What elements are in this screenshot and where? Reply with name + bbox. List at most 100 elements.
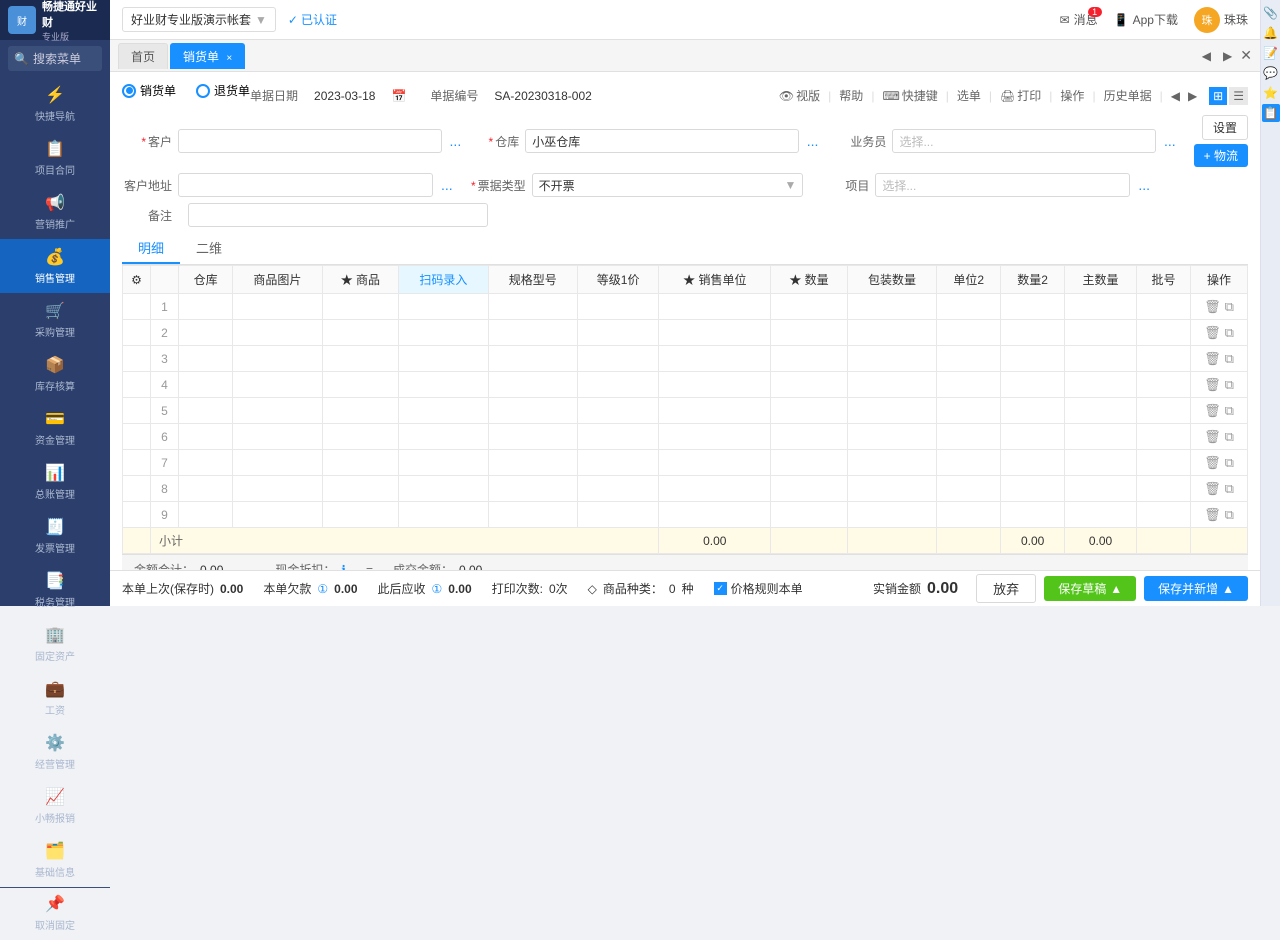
price-check-checkbox[interactable]: ✓ <box>714 582 727 595</box>
row-product-image[interactable] <box>233 476 322 502</box>
row-main-qty[interactable] <box>1065 346 1137 372</box>
col-product[interactable]: ★ 商品 <box>322 266 399 294</box>
row-unit2[interactable] <box>937 476 1001 502</box>
sidebar-item-system[interactable]: 📌 取消固定 <box>0 887 110 940</box>
col-pack-qty[interactable]: 包装数量 <box>847 266 936 294</box>
messages-button[interactable]: ✉ 消息 1 <box>1060 11 1098 28</box>
row-qty2[interactable] <box>1001 346 1065 372</box>
logistics-button[interactable]: + 物流 <box>1194 144 1248 167</box>
tab-next-icon[interactable]: ▶ <box>1219 47 1236 65</box>
row-product[interactable] <box>322 502 399 528</box>
row-product-image[interactable] <box>233 398 322 424</box>
row-pack-qty[interactable] <box>847 502 936 528</box>
row-warehouse[interactable] <box>179 346 233 372</box>
row-copy-icon[interactable]: ⧉ <box>1225 377 1234 393</box>
calendar-icon[interactable]: 📅 <box>391 89 406 103</box>
row-warehouse[interactable] <box>179 294 233 320</box>
col-scan-entry[interactable]: 扫码录入 <box>399 266 488 294</box>
row-main-qty[interactable] <box>1065 398 1137 424</box>
row-sale-unit[interactable] <box>659 346 771 372</box>
row-delete-icon[interactable]: 🗑 <box>1204 507 1221 523</box>
row-batch[interactable] <box>1136 346 1190 372</box>
rp-icon-2[interactable]: 🔔 <box>1262 24 1280 42</box>
row-qty[interactable] <box>771 398 848 424</box>
sidebar-item-tax[interactable]: 📑 税务管理 <box>0 563 110 617</box>
row-sale-unit[interactable] <box>659 502 771 528</box>
row-sale-unit[interactable] <box>659 372 771 398</box>
row-price[interactable] <box>577 476 659 502</box>
sidebar-item-funds[interactable]: 💳 资金管理 <box>0 401 110 455</box>
row-scan[interactable] <box>399 346 488 372</box>
col-product-image[interactable]: 商品图片 <box>233 266 322 294</box>
row-batch[interactable] <box>1136 476 1190 502</box>
row-product[interactable] <box>322 398 399 424</box>
row-warehouse[interactable] <box>179 476 233 502</box>
sidebar-item-base[interactable]: 🗂️ 基础信息 <box>0 833 110 887</box>
row-product-image[interactable] <box>233 320 322 346</box>
row-sale-unit[interactable] <box>659 294 771 320</box>
history-button[interactable]: 历史单据 <box>1104 87 1152 104</box>
row-price[interactable] <box>577 372 659 398</box>
row-qty2[interactable] <box>1001 450 1065 476</box>
row-sale-unit[interactable] <box>659 398 771 424</box>
user-menu-button[interactable]: 珠 珠珠 <box>1194 7 1248 33</box>
row-scan[interactable] <box>399 450 488 476</box>
row-product-image[interactable] <box>233 294 322 320</box>
row-unit2[interactable] <box>937 502 1001 528</box>
rp-icon-active[interactable]: 📋 <box>1262 104 1280 122</box>
tab-close-all-button[interactable]: ✕ <box>1240 47 1252 65</box>
address-select-button[interactable]: ... <box>439 177 455 193</box>
row-pack-qty[interactable] <box>847 294 936 320</box>
row-qty2[interactable] <box>1001 424 1065 450</box>
row-sale-unit[interactable] <box>659 450 771 476</box>
col-sale-unit[interactable]: ★ 销售单位 <box>659 266 771 294</box>
sidebar-item-purchase[interactable]: 🛒 采购管理 <box>0 293 110 347</box>
row-price[interactable] <box>577 502 659 528</box>
row-copy-icon[interactable]: ⧉ <box>1225 351 1234 367</box>
row-product-image[interactable] <box>233 502 322 528</box>
company-selector[interactable]: 好业财专业版演示帐套 ▼ <box>122 7 276 32</box>
col-qty[interactable]: ★ 数量 <box>771 266 848 294</box>
row-price[interactable] <box>577 320 659 346</box>
row-pack-qty[interactable] <box>847 450 936 476</box>
row-product-image[interactable] <box>233 372 322 398</box>
address-input[interactable] <box>178 173 433 197</box>
radio-return[interactable]: 退货单 <box>196 82 250 99</box>
row-price[interactable] <box>577 346 659 372</box>
select-button[interactable]: 选单 <box>957 87 981 104</box>
row-qty[interactable] <box>771 502 848 528</box>
invoice-select[interactable]: 不开票 ▼ <box>532 173 804 197</box>
row-spec[interactable] <box>488 372 577 398</box>
setting-button[interactable]: 设置 <box>1202 115 1248 140</box>
sidebar-item-ops[interactable]: ⚙️ 经营管理 <box>0 725 110 779</box>
row-product-image[interactable] <box>233 346 322 372</box>
row-batch[interactable] <box>1136 320 1190 346</box>
row-main-qty[interactable] <box>1065 372 1137 398</box>
row-spec[interactable] <box>488 450 577 476</box>
discard-button[interactable]: 放弃 <box>976 574 1036 603</box>
sidebar-item-reports[interactable]: 📈 小畅报销 <box>0 779 110 833</box>
save-draft-button[interactable]: 保存草稿 ▲ <box>1044 576 1136 601</box>
tab-2d[interactable]: 二维 <box>180 233 238 264</box>
row-batch[interactable] <box>1136 294 1190 320</box>
row-spec[interactable] <box>488 476 577 502</box>
sidebar-item-accounting[interactable]: 📊 总账管理 <box>0 455 110 509</box>
row-scan[interactable] <box>399 294 488 320</box>
project-input[interactable]: 选择... <box>875 173 1130 197</box>
radio-sale[interactable]: 销货单 <box>122 82 176 99</box>
warehouse-input[interactable]: 小巫仓库 <box>525 129 799 153</box>
row-qty[interactable] <box>771 372 848 398</box>
row-sale-unit[interactable] <box>659 424 771 450</box>
tab-sale-order[interactable]: 销货单 × <box>170 43 245 69</box>
info-icon[interactable]: ℹ <box>341 563 346 571</box>
row-sale-unit[interactable] <box>659 476 771 502</box>
tab-home[interactable]: 首页 <box>118 43 168 69</box>
help-button[interactable]: 帮助 <box>839 87 863 104</box>
row-copy-icon[interactable]: ⧉ <box>1225 299 1234 315</box>
row-qty2[interactable] <box>1001 502 1065 528</box>
row-spec[interactable] <box>488 346 577 372</box>
row-warehouse[interactable] <box>179 502 233 528</box>
row-main-qty[interactable] <box>1065 320 1137 346</box>
col-warehouse[interactable]: 仓库 <box>179 266 233 294</box>
row-product[interactable] <box>322 320 399 346</box>
